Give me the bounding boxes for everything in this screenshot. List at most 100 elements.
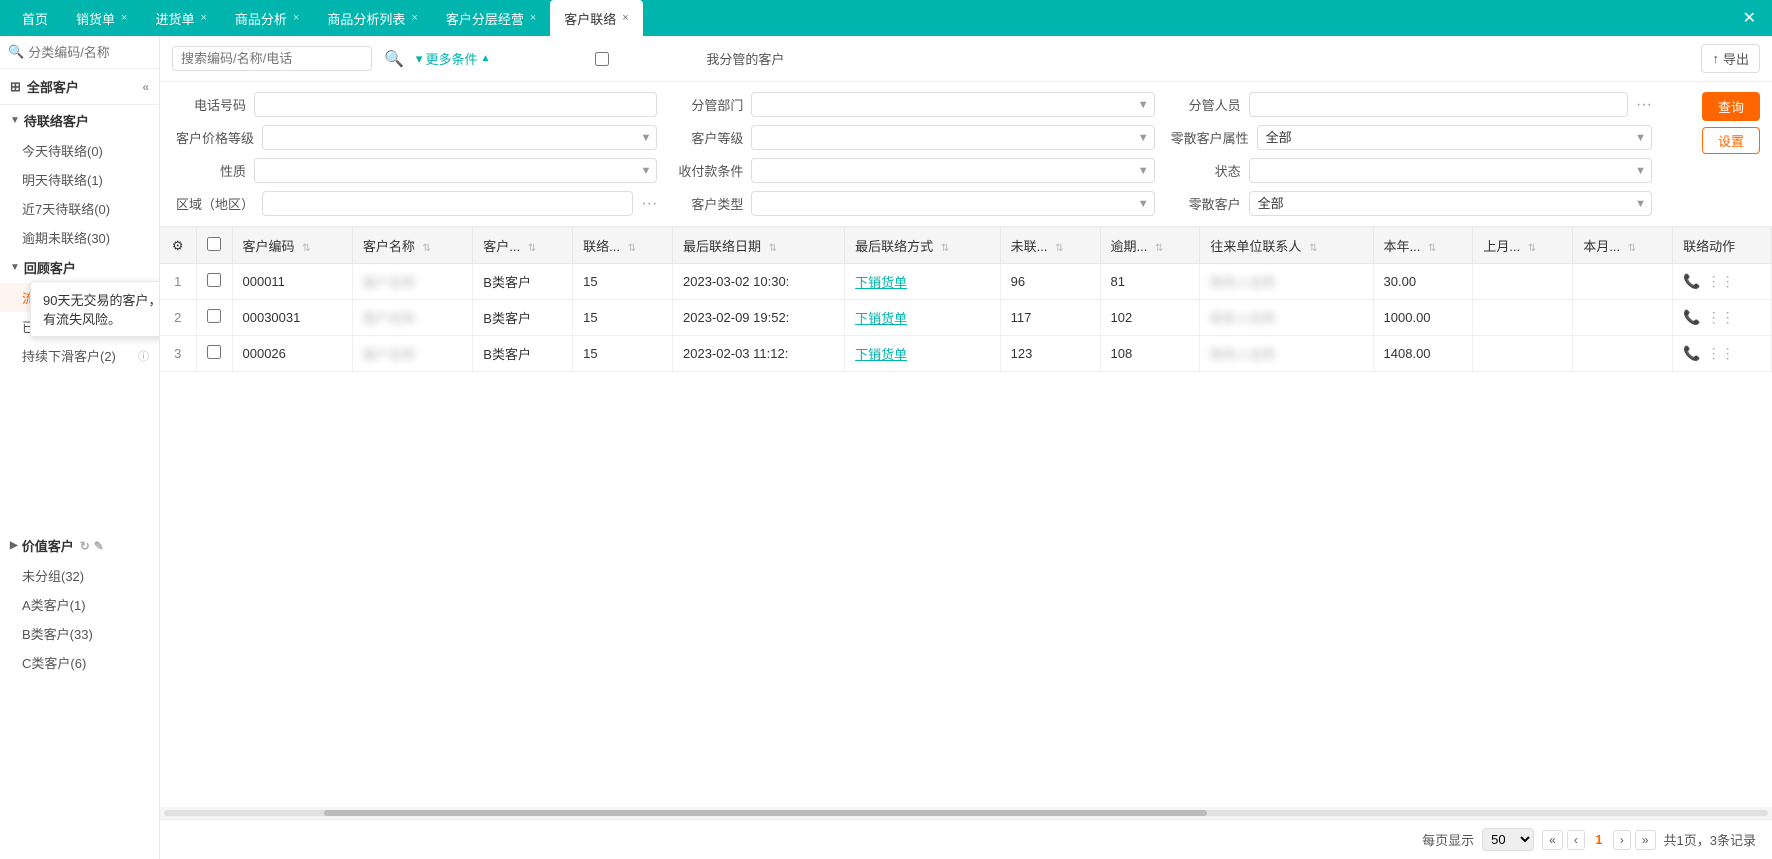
tooltip-text: 90天无交易的客户，可能有流失风险。: [43, 293, 160, 327]
table-container: ⚙ 客户编码 ⇅ 客户名称 ⇅: [160, 228, 1772, 807]
nav-customer-tier[interactable]: 客户分层经营 ×: [432, 0, 550, 36]
row-checkbox-input-1[interactable]: [207, 273, 221, 287]
more-conditions-toggle[interactable]: ▾ 更多条件 ▲: [416, 49, 490, 68]
page-last-button[interactable]: »: [1635, 830, 1656, 850]
sort-icon-type[interactable]: ⇅: [528, 243, 536, 254]
sidebar-item-tomorrow[interactable]: 明天待联络(1): [0, 165, 159, 194]
filter-select-scatter[interactable]: 全部: [1249, 191, 1652, 216]
sort-icon-code[interactable]: ⇅: [302, 243, 310, 254]
row-method-link-3[interactable]: 下销货单: [855, 347, 907, 362]
manager-dots-button[interactable]: ···: [1636, 96, 1652, 114]
row-method-link-2[interactable]: 下销货单: [855, 311, 907, 326]
filter-select-status[interactable]: [1249, 158, 1652, 183]
nav-purchase-close[interactable]: ×: [200, 12, 206, 24]
filter-select-department[interactable]: [751, 92, 1154, 117]
sidebar-item-ungrouped[interactable]: 未分组(32): [0, 561, 159, 590]
nav-product-analysis[interactable]: 商品分析 ×: [221, 0, 313, 36]
window-close-button[interactable]: ✕: [1735, 4, 1764, 32]
filter-select-nature[interactable]: [254, 158, 657, 183]
sort-icon-notcontacted[interactable]: ⇅: [1055, 243, 1063, 254]
page-next-button[interactable]: ›: [1613, 830, 1631, 850]
scrollbar-track: [164, 810, 1768, 816]
filter-select-customer-grade[interactable]: [751, 125, 1154, 150]
phone-icon-1[interactable]: 📞: [1683, 273, 1700, 290]
filter-select-payment[interactable]: [751, 158, 1154, 183]
nav-customer-contact[interactable]: 客户联络 ×: [550, 0, 642, 36]
phone-icon-2[interactable]: 📞: [1683, 309, 1700, 326]
top-navigation: 首页 销货单 × 进货单 × 商品分析 × 商品分析列表 × 客户分层经营 × …: [0, 0, 1772, 36]
nav-product-list-close[interactable]: ×: [411, 12, 417, 24]
sort-icon-contact[interactable]: ⇅: [628, 243, 636, 254]
page-first-button[interactable]: «: [1542, 830, 1563, 850]
edit-icon[interactable]: ✎: [94, 539, 104, 553]
nav-product-analysis-close[interactable]: ×: [293, 12, 299, 24]
sidebar-section-review[interactable]: ▼ 回顾客户: [0, 252, 159, 283]
sidebar-item-7days[interactable]: 近7天待联络(0): [0, 194, 159, 223]
phone-icon-3[interactable]: 📞: [1683, 345, 1700, 362]
search-button[interactable]: 🔍: [384, 49, 404, 69]
row-person-2: 联系人名称: [1200, 300, 1373, 336]
filter-label-nature: 性质: [176, 161, 246, 180]
export-button[interactable]: ↑ 导出: [1701, 44, 1760, 73]
region-dots-button[interactable]: ···: [641, 195, 657, 213]
row-checkbox-1: [196, 264, 232, 300]
horizontal-scrollbar[interactable]: [160, 807, 1772, 819]
sort-icon-overdue[interactable]: ⇅: [1155, 243, 1163, 254]
sidebar-item-a-class[interactable]: A类客户(1): [0, 590, 159, 619]
nav-purchase[interactable]: 进货单 ×: [141, 0, 220, 36]
sort-icon-date[interactable]: ⇅: [769, 243, 777, 254]
settings-icon[interactable]: ⚙: [172, 238, 184, 253]
row-lastmonth-1: [1473, 264, 1573, 300]
sort-icon-name[interactable]: ⇅: [423, 243, 431, 254]
sort-icon-lastmonth[interactable]: ⇅: [1528, 243, 1536, 254]
sidebar-item-overdue[interactable]: 逾期未联络(30): [0, 223, 159, 252]
select-all-checkbox[interactable]: [207, 237, 221, 251]
per-page-select[interactable]: 50 100: [1482, 828, 1534, 851]
search-input[interactable]: [172, 46, 372, 71]
row-checkbox-input-2[interactable]: [207, 309, 221, 323]
menu-icon-3[interactable]: ⋮⋮: [1707, 345, 1735, 362]
scrollbar-thumb[interactable]: [324, 810, 1206, 816]
pagination: 每页显示 50 100 « ‹ 1 › » 共1页，3条记录: [160, 819, 1772, 859]
menu-icon-1[interactable]: ⋮⋮: [1707, 273, 1735, 290]
sidebar-item-today[interactable]: 今天待联络(0): [0, 136, 159, 165]
filter-input-phone[interactable]: [254, 92, 657, 117]
sort-icon-year[interactable]: ⇅: [1428, 243, 1436, 254]
settings-button[interactable]: 设置: [1702, 127, 1760, 154]
sort-icon-curmonth[interactable]: ⇅: [1628, 243, 1636, 254]
filter-select-scatter-attr[interactable]: 全部: [1257, 125, 1652, 150]
row-year-1: 30.00: [1373, 264, 1473, 300]
nav-sales[interactable]: 销货单 ×: [62, 0, 141, 36]
row-checkbox-input-3[interactable]: [207, 345, 221, 359]
sidebar-section-pending[interactable]: ▼ 待联络客户: [0, 105, 159, 136]
sidebar-item-b-class[interactable]: B类客户(33): [0, 619, 159, 648]
nav-customer-contact-close[interactable]: ×: [622, 12, 628, 24]
page-prev-button[interactable]: ‹: [1567, 830, 1585, 850]
row-no-1: 1: [160, 264, 196, 300]
refresh-icon[interactable]: ↻: [80, 539, 90, 553]
filter-input-region[interactable]: [262, 191, 633, 216]
sidebar-item-declining[interactable]: 持续下滑客户(2) ⓘ: [0, 341, 159, 370]
nav-home[interactable]: 首页: [8, 0, 62, 36]
filter-input-manager[interactable]: [1249, 92, 1628, 117]
sidebar-item-c-class[interactable]: C类客户(6): [0, 648, 159, 677]
row-checkbox-3: [196, 336, 232, 372]
menu-icon-2[interactable]: ⋮⋮: [1707, 309, 1735, 326]
nav-sales-label: 销货单: [76, 9, 115, 28]
filter-select-price-grade[interactable]: [262, 125, 657, 150]
sort-icon-person[interactable]: ⇅: [1309, 243, 1317, 254]
sidebar-search-input[interactable]: [28, 45, 160, 60]
nav-sales-close[interactable]: ×: [121, 12, 127, 24]
query-button[interactable]: 查询: [1702, 92, 1760, 121]
my-managed-checkbox-label[interactable]: 我分管的客户: [502, 49, 784, 68]
nav-product-list[interactable]: 商品分析列表 ×: [313, 0, 431, 36]
th-settings[interactable]: ⚙: [160, 228, 196, 264]
sidebar-section-value[interactable]: ▶ 价值客户 ↻ ✎: [0, 530, 159, 561]
sort-icon-method[interactable]: ⇅: [941, 243, 949, 254]
row-method-link-1[interactable]: 下销货单: [855, 275, 907, 290]
row-method-3: 下销货单: [845, 336, 1001, 372]
sidebar-all-customers[interactable]: ⊞ 全部客户 «: [0, 69, 159, 105]
nav-customer-tier-close[interactable]: ×: [530, 12, 536, 24]
filter-select-customer-type[interactable]: [751, 191, 1154, 216]
my-managed-checkbox[interactable]: [502, 52, 702, 66]
